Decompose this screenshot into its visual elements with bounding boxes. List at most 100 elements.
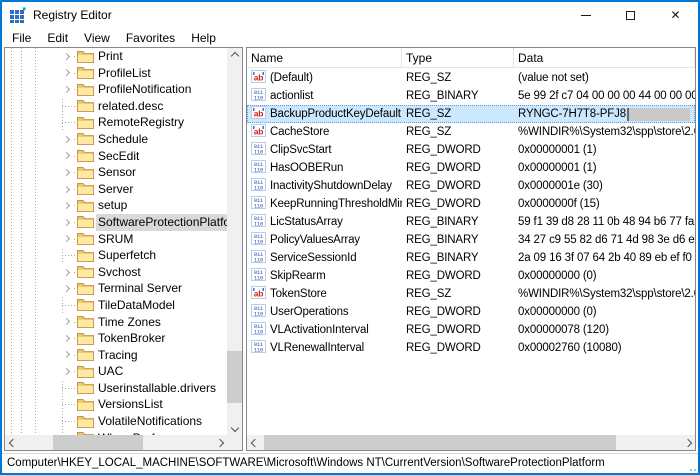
- expand-button[interactable]: [59, 164, 73, 181]
- close-button[interactable]: ✕: [653, 2, 698, 28]
- title-bar[interactable]: Registry Editor ✕: [2, 2, 698, 28]
- tree-item-label[interactable]: Svchost: [96, 264, 227, 281]
- tree-item-label[interactable]: Print: [96, 48, 227, 65]
- registry-value-row[interactable]: ab 011 110 InactivityShutdownDelay REG_D…: [247, 177, 695, 195]
- registry-value-row[interactable]: ab 011 110 LicStatusArray REG_BINARY 59 …: [247, 213, 695, 231]
- tree-item[interactable]: VolatileNotifications: [5, 413, 227, 430]
- tree-item-label[interactable]: ProfileNotification: [96, 81, 227, 98]
- registry-value-row[interactable]: ab 011 110 actionlist REG_BINARY 5e 99 2…: [247, 87, 695, 105]
- expand-button[interactable]: [59, 263, 73, 281]
- registry-value-row[interactable]: ab 011 110 VLRenewalInterval REG_DWORD 0…: [247, 339, 695, 357]
- tree-hscroll-thumb[interactable]: [53, 435, 143, 450]
- menu-edit[interactable]: Edit: [39, 29, 76, 47]
- tree-item[interactable]: setup: [5, 197, 227, 214]
- expand-button[interactable]: [59, 130, 73, 148]
- tree-item[interactable]: TokenBroker: [5, 330, 227, 347]
- scroll-left-button[interactable]: [5, 435, 20, 450]
- scroll-right-button[interactable]: [680, 435, 695, 450]
- expand-button[interactable]: [59, 313, 73, 331]
- expand-button[interactable]: [59, 346, 73, 364]
- tree-item[interactable]: related.desc: [5, 98, 227, 115]
- expand-button[interactable]: [59, 230, 73, 248]
- tree-item[interactable]: Superfetch: [5, 247, 227, 264]
- tree-item-label[interactable]: TokenBroker: [96, 330, 227, 347]
- expand-button[interactable]: [59, 64, 73, 82]
- tree-item-label[interactable]: Time Zones: [96, 314, 227, 331]
- scroll-up-button[interactable]: [227, 48, 242, 63]
- tree-item-label[interactable]: Server: [96, 181, 227, 198]
- tree-item[interactable]: SRUM: [5, 230, 227, 248]
- tree-item[interactable]: Tracing: [5, 346, 227, 364]
- tree-item-label[interactable]: UAC: [96, 363, 227, 380]
- tree-item[interactable]: TileDataModel: [5, 297, 227, 314]
- column-header-type[interactable]: Type: [402, 48, 514, 68]
- tree-vscroll-thumb[interactable]: [227, 351, 242, 403]
- expand-button[interactable]: [59, 363, 73, 380]
- registry-value-row[interactable]: ab 011 110 TokenStore REG_SZ %WINDIR%\Sy…: [247, 285, 695, 303]
- tree-item-label[interactable]: SRUM: [96, 231, 227, 248]
- tree-item-label[interactable]: RemoteRegistry: [96, 114, 227, 131]
- tree-item-label[interactable]: Userinstallable.drivers: [96, 380, 227, 397]
- tree-vertical-scrollbar[interactable]: [227, 48, 242, 435]
- list-horizontal-scrollbar[interactable]: [247, 435, 695, 450]
- tree-item-label[interactable]: TileDataModel: [96, 297, 227, 314]
- tree-item-label[interactable]: SoftwareProtectionPlatform: [96, 213, 227, 231]
- expand-button[interactable]: [59, 330, 73, 347]
- scroll-right-button[interactable]: [212, 435, 227, 450]
- menu-file[interactable]: File: [4, 29, 39, 47]
- menu-help[interactable]: Help: [183, 29, 224, 47]
- registry-value-row[interactable]: ab 011 110 HasOOBERun REG_DWORD 0x000000…: [247, 159, 695, 177]
- tree-item[interactable]: Userinstallable.drivers: [5, 380, 227, 397]
- tree-item[interactable]: Sensor: [5, 164, 227, 181]
- menu-favorites[interactable]: Favorites: [118, 29, 183, 47]
- tree-item-label[interactable]: Superfetch: [96, 247, 227, 264]
- list-hscroll-thumb[interactable]: [264, 435, 616, 450]
- expand-button[interactable]: [59, 213, 73, 231]
- expand-button[interactable]: [59, 280, 73, 297]
- tree-item[interactable]: SecEdit: [5, 147, 227, 165]
- tree-item[interactable]: Server: [5, 180, 227, 198]
- tree-horizontal-scrollbar[interactable]: [5, 435, 227, 450]
- registry-value-row[interactable]: ab 011 110 (Default) REG_SZ (value not s…: [247, 69, 695, 87]
- registry-value-row[interactable]: ab 011 110 ServiceSessionId REG_BINARY 2…: [247, 249, 695, 267]
- registry-value-row[interactable]: ab 011 110 KeepRunningThresholdMins REG_…: [247, 195, 695, 213]
- menu-view[interactable]: View: [76, 29, 118, 47]
- expand-button[interactable]: [59, 147, 73, 165]
- tree-item[interactable]: Print: [5, 48, 227, 65]
- maximize-button[interactable]: [608, 2, 653, 28]
- tree-item-label[interactable]: Tracing: [96, 347, 227, 364]
- expand-button[interactable]: [59, 48, 73, 65]
- expand-button[interactable]: [59, 180, 73, 198]
- minimize-button[interactable]: [563, 2, 608, 28]
- registry-value-row[interactable]: ab 011 110 CacheStore REG_SZ %WINDIR%\Sy…: [247, 123, 695, 141]
- scroll-down-button[interactable]: [227, 420, 242, 435]
- registry-value-row[interactable]: ab 011 110 PolicyValuesArray REG_BINARY …: [247, 231, 695, 249]
- expand-button[interactable]: [59, 81, 73, 98]
- registry-value-row[interactable]: ab 011 110 BackupProductKeyDefault REG_S…: [247, 105, 695, 123]
- tree-item[interactable]: Time Zones: [5, 313, 227, 331]
- tree-item-label[interactable]: ProfileList: [96, 65, 227, 82]
- column-header-name[interactable]: Name: [247, 48, 402, 68]
- tree-item[interactable]: ProfileNotification: [5, 81, 227, 98]
- tree-item-label[interactable]: VersionsList: [96, 396, 227, 413]
- tree-item-label[interactable]: Sensor: [96, 164, 227, 181]
- tree-item-label[interactable]: Terminal Server: [96, 280, 227, 297]
- tree-item[interactable]: Terminal Server: [5, 280, 227, 297]
- resize-grip[interactable]: [694, 469, 696, 471]
- tree-item[interactable]: Schedule: [5, 130, 227, 148]
- tree-item[interactable]: SoftwareProtectionPlatform: [5, 213, 227, 231]
- tree-item[interactable]: UAC: [5, 363, 227, 380]
- tree-item[interactable]: RemoteRegistry: [5, 114, 227, 131]
- tree-item-label[interactable]: setup: [96, 197, 227, 214]
- tree-item[interactable]: Svchost: [5, 263, 227, 281]
- registry-value-row[interactable]: ab 011 110 UserOperations REG_DWORD 0x00…: [247, 303, 695, 321]
- tree-item[interactable]: VersionsList: [5, 396, 227, 413]
- expand-button[interactable]: [59, 197, 73, 214]
- scroll-left-button[interactable]: [247, 435, 262, 450]
- registry-value-row[interactable]: ab 011 110 ClipSvcStart REG_DWORD 0x0000…: [247, 141, 695, 159]
- tree-item[interactable]: ProfileList: [5, 64, 227, 82]
- column-header-data[interactable]: Data: [514, 48, 695, 68]
- registry-value-row[interactable]: ab 011 110 VLActivationInterval REG_DWOR…: [247, 321, 695, 339]
- tree-item-label[interactable]: Schedule: [96, 131, 227, 148]
- tree-item-label[interactable]: VolatileNotifications: [96, 413, 227, 430]
